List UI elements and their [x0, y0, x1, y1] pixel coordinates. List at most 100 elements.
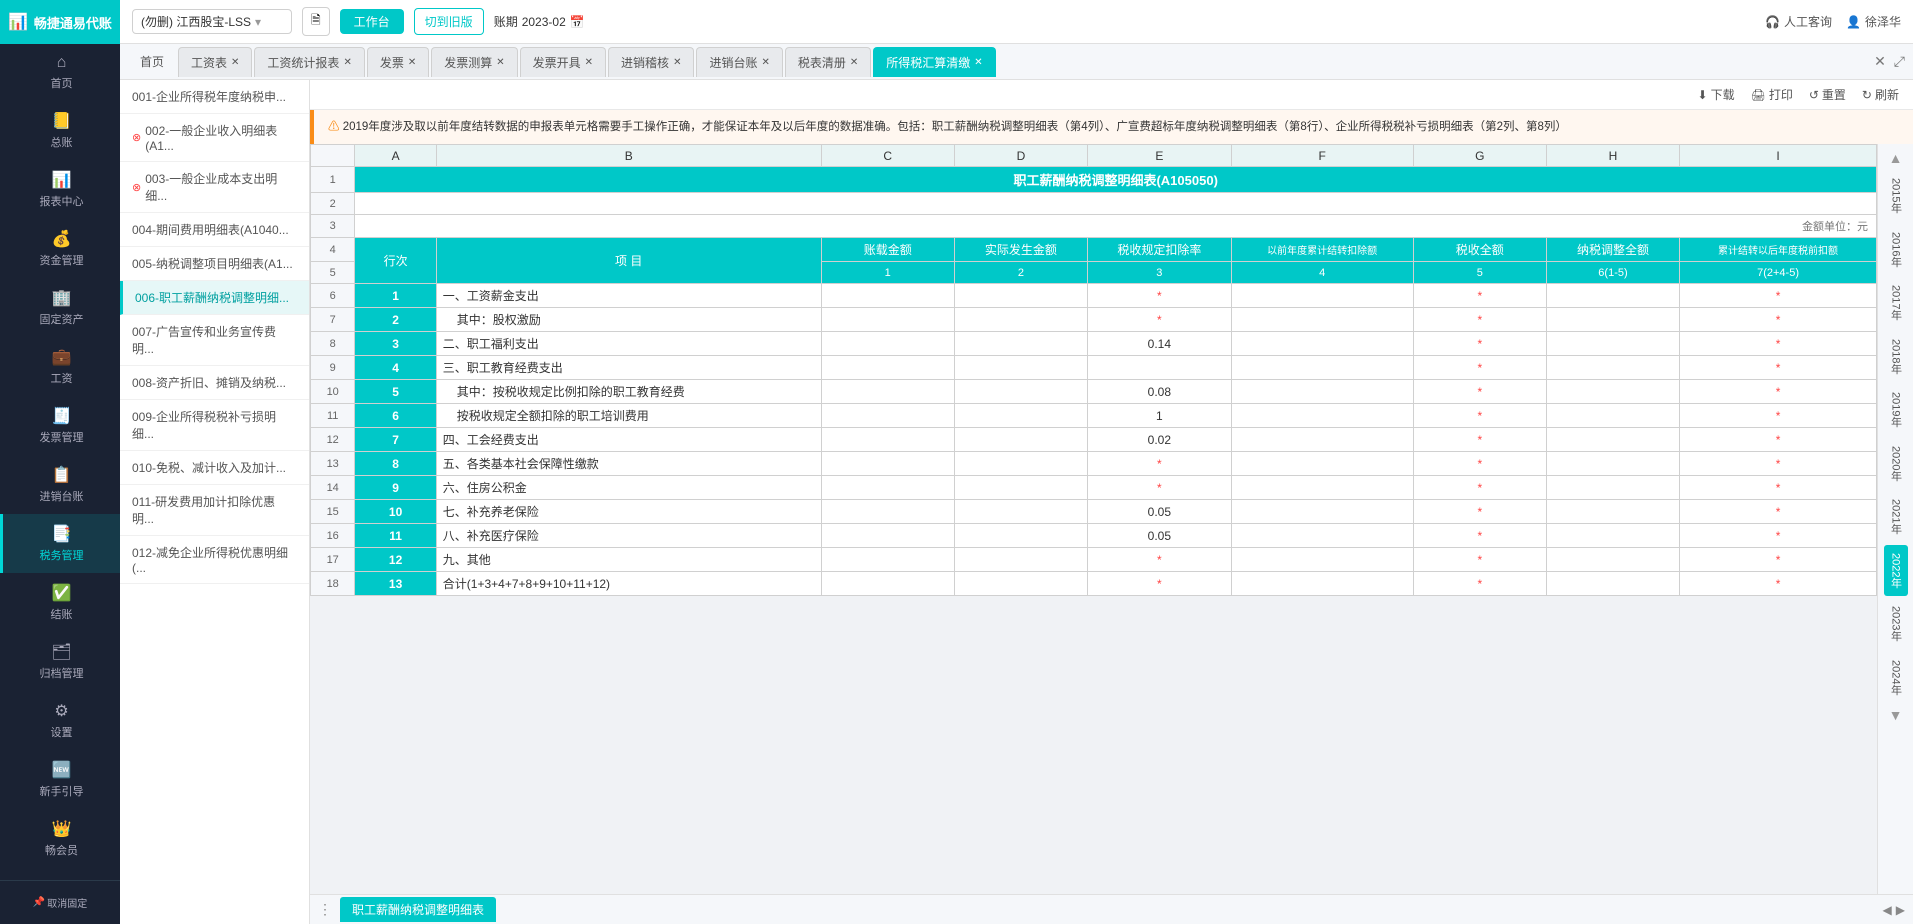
year-item-2016年[interactable]: 2016年 — [1884, 224, 1908, 275]
tab-发票测算[interactable]: 发票测算✕ — [431, 47, 517, 77]
data-cell[interactable]: * — [1088, 548, 1232, 572]
tab-close-icon[interactable]: ✕ — [343, 57, 351, 68]
report-item-005[interactable]: 005-纳税调整项目明细表(A1... — [120, 247, 309, 281]
data-cell[interactable] — [1231, 452, 1413, 476]
data-cell[interactable]: * — [1413, 404, 1546, 428]
data-cell[interactable]: * — [1680, 380, 1877, 404]
data-cell[interactable]: * — [1680, 356, 1877, 380]
report-item-010[interactable]: 010-免税、减计收入及加计... — [120, 451, 309, 485]
tab-close-icon[interactable]: ✕ — [496, 57, 504, 68]
tab-close-icon[interactable]: ✕ — [761, 57, 769, 68]
cancel-fixed-btn[interactable]: 📌 取消固定 — [4, 889, 116, 916]
data-cell[interactable]: 0.05 — [1088, 500, 1232, 524]
calendar-icon[interactable]: 📅 — [570, 15, 585, 29]
year-up-btn[interactable]: ▲ — [1887, 148, 1905, 168]
tab-发票开具[interactable]: 发票开具✕ — [520, 47, 606, 77]
data-cell[interactable] — [954, 380, 1087, 404]
year-item-2023年[interactable]: 2023年 — [1884, 598, 1908, 649]
report-item-006[interactable]: 006-职工薪酬纳税调整明细... — [120, 281, 309, 315]
data-cell[interactable]: * — [1413, 332, 1546, 356]
data-cell[interactable] — [1231, 548, 1413, 572]
sheet-menu-icon[interactable]: ⋮ — [318, 901, 332, 918]
data-cell[interactable] — [1546, 572, 1679, 596]
data-cell[interactable]: * — [1680, 524, 1877, 548]
sheet-tab-active[interactable]: 职工薪酬纳税调整明细表 — [340, 897, 496, 922]
data-cell[interactable] — [1546, 356, 1679, 380]
data-cell[interactable] — [1546, 452, 1679, 476]
reset-btn[interactable]: ↺ 重置 — [1809, 86, 1846, 103]
tab-close-icon[interactable]: ✕ — [408, 57, 416, 68]
refresh-btn[interactable]: ↻ 刷新 — [1862, 86, 1899, 103]
sidebar-item-report[interactable]: 📊报表中心 — [0, 160, 120, 219]
data-cell[interactable] — [1231, 572, 1413, 596]
download-btn[interactable]: ⬇ 下载 — [1698, 86, 1735, 103]
data-cell[interactable] — [1546, 524, 1679, 548]
user-btn[interactable]: 👤 徐泽华 — [1846, 13, 1901, 30]
report-item-002[interactable]: ⊗002-一般企业收入明细表(A1... — [120, 114, 309, 162]
maximize-btn[interactable]: ⤢ — [1894, 53, 1905, 70]
tab-close-icon[interactable]: ✕ — [850, 57, 858, 68]
tab-税表清册[interactable]: 税表清册✕ — [785, 47, 871, 77]
report-item-003[interactable]: ⊗003-一般企业成本支出明细... — [120, 162, 309, 213]
data-cell[interactable]: * — [1680, 404, 1877, 428]
data-cell[interactable] — [1231, 500, 1413, 524]
sidebar-item-invoice[interactable]: 🧾发票管理 — [0, 396, 120, 455]
data-cell[interactable]: * — [1680, 548, 1877, 572]
data-cell[interactable] — [954, 548, 1087, 572]
data-cell[interactable] — [954, 428, 1087, 452]
scroll-left-btn[interactable]: ◀ — [1883, 903, 1892, 917]
report-item-001[interactable]: 001-企业所得税年度纳税申... — [120, 80, 309, 114]
switch-button[interactable]: 切到旧版 — [414, 8, 484, 35]
data-cell[interactable]: * — [1413, 452, 1546, 476]
report-item-012[interactable]: 012-减免企业所得税优惠明细(... — [120, 536, 309, 584]
data-cell[interactable] — [954, 308, 1087, 332]
data-cell[interactable]: * — [1413, 428, 1546, 452]
data-cell[interactable] — [821, 308, 954, 332]
data-cell[interactable] — [954, 332, 1087, 356]
data-cell[interactable] — [1546, 476, 1679, 500]
data-cell[interactable]: * — [1680, 332, 1877, 356]
sidebar-item-sales[interactable]: 📋进销台账 — [0, 455, 120, 514]
data-cell[interactable] — [821, 428, 954, 452]
sidebar-item-tax[interactable]: 📑税务管理 — [0, 514, 120, 573]
data-cell[interactable] — [821, 380, 954, 404]
sidebar-item-settle[interactable]: ✅结账 — [0, 573, 120, 632]
data-cell[interactable]: 0.05 — [1088, 524, 1232, 548]
report-item-011[interactable]: 011-研发费用加计扣除优惠明... — [120, 485, 309, 536]
data-cell[interactable] — [1546, 308, 1679, 332]
tab-工资统计报表[interactable]: 工资统计报表✕ — [254, 47, 364, 77]
sidebar-item-member[interactable]: 👑畅会员 — [0, 809, 120, 868]
company-select[interactable]: (勿删) 江西股宝-LSS ▾ — [132, 9, 292, 34]
data-cell[interactable] — [821, 572, 954, 596]
data-cell[interactable] — [954, 356, 1087, 380]
sidebar-item-capital[interactable]: 💰资金管理 — [0, 219, 120, 278]
data-cell[interactable] — [954, 572, 1087, 596]
data-cell[interactable]: 1 — [1088, 404, 1232, 428]
sidebar-item-archive[interactable]: 🗂归档管理 — [0, 632, 120, 691]
copy-button[interactable]: 🗎 — [302, 7, 330, 36]
data-cell[interactable] — [954, 284, 1087, 308]
year-item-2018年[interactable]: 2018年 — [1884, 331, 1908, 382]
tab-工资表[interactable]: 工资表✕ — [178, 47, 252, 77]
data-cell[interactable]: * — [1680, 308, 1877, 332]
data-cell[interactable]: * — [1413, 380, 1546, 404]
report-item-007[interactable]: 007-广告宣传和业务宣传费明... — [120, 315, 309, 366]
data-cell[interactable]: * — [1088, 284, 1232, 308]
data-cell[interactable] — [1546, 428, 1679, 452]
tab-close-icon[interactable]: ✕ — [585, 57, 593, 68]
data-cell[interactable]: * — [1680, 476, 1877, 500]
data-cell[interactable] — [1546, 380, 1679, 404]
data-cell[interactable] — [1231, 404, 1413, 428]
support-btn[interactable]: 🎧 人工客询 — [1765, 13, 1832, 30]
data-cell[interactable]: * — [1413, 476, 1546, 500]
year-item-2024年[interactable]: 2024年 — [1884, 652, 1908, 703]
tab-发票[interactable]: 发票✕ — [367, 47, 429, 77]
year-item-2020年[interactable]: 2020年 — [1884, 438, 1908, 489]
sidebar-item-payroll[interactable]: 💼工资 — [0, 337, 120, 396]
scroll-right-btn[interactable]: ▶ — [1896, 903, 1905, 917]
sidebar-item-asset[interactable]: 🏢固定资产 — [0, 278, 120, 337]
data-cell[interactable] — [954, 476, 1087, 500]
data-cell[interactable]: * — [1680, 428, 1877, 452]
tab-close-icon[interactable]: ✕ — [974, 57, 982, 68]
sidebar-item-home[interactable]: ⌂首页 — [0, 44, 120, 101]
